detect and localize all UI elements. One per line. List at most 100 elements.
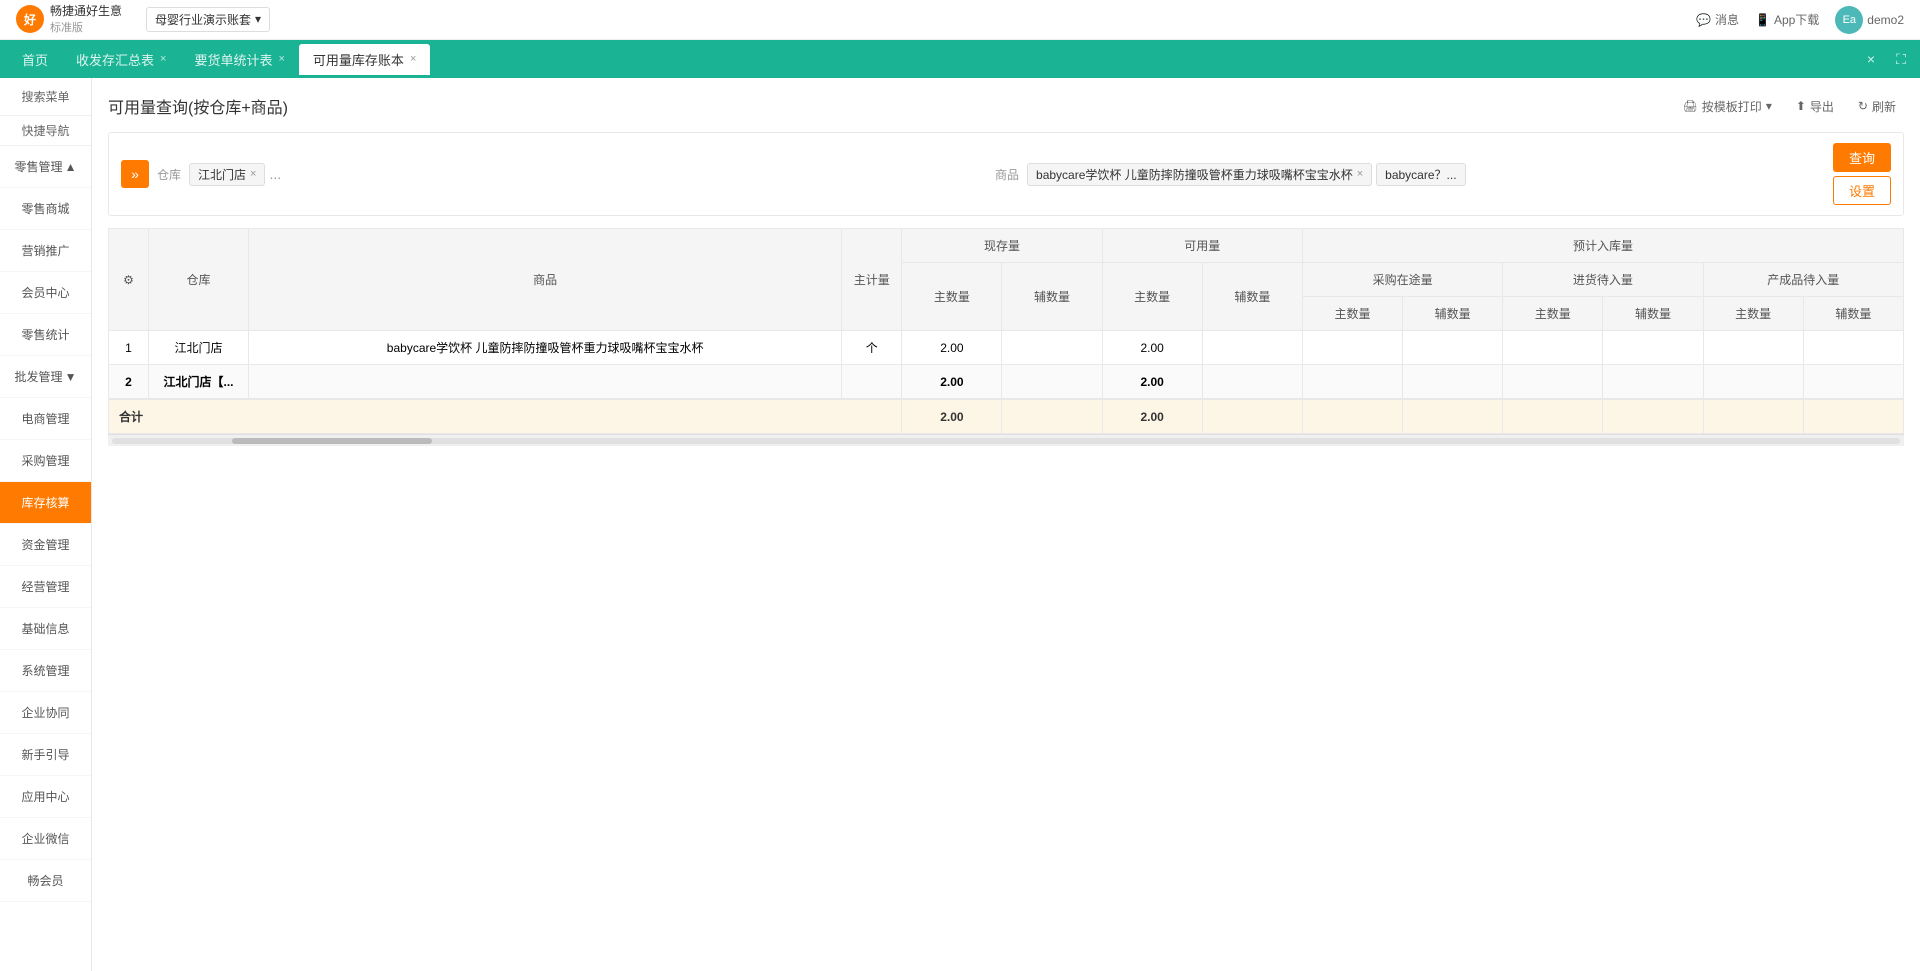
sidebar-item-enterprise-collab[interactable]: 企业协同: [0, 692, 91, 734]
row2-purchase-main: [1302, 365, 1402, 400]
sidebar-item-business-mgmt[interactable]: 经营管理: [0, 566, 91, 608]
sidebar-item-inventory-mgmt[interactable]: 库存核算: [0, 482, 91, 524]
th-avail-main: 主数量: [1102, 263, 1202, 331]
industry-selector[interactable]: 母婴行业演示账套 ▾: [146, 7, 270, 32]
row1-avail-main: 2.00: [1102, 331, 1202, 365]
table-wrapper: ⚙ 仓库 商品 主计量 现存量 可用量 预计入库量 主数量 辅数量 主数量: [108, 228, 1904, 434]
expand-button[interactable]: ⛶: [1890, 48, 1912, 70]
scroll-track: [112, 438, 1900, 444]
footer-avail-main: 2.00: [1102, 399, 1202, 434]
row1-product-main: [1703, 331, 1803, 365]
row1-inbound-aux: [1603, 331, 1703, 365]
row2-inbound-main: [1503, 365, 1603, 400]
settings-button[interactable]: 设置: [1833, 176, 1891, 205]
sidebar-search[interactable]: 搜索菜单: [0, 78, 91, 116]
product-tag-2[interactable]: babycare？...: [1376, 163, 1465, 186]
print-button[interactable]: 🖨 按模板打印 ▾: [1675, 95, 1780, 118]
row1-purchase-main: [1302, 331, 1402, 365]
sidebar-item-marketing[interactable]: 营销推广: [0, 230, 91, 272]
query-button[interactable]: 查询: [1833, 143, 1891, 172]
th-inbound-pending: 进货待入量: [1503, 263, 1703, 297]
sidebar-item-retail-stats[interactable]: 零售统计: [0, 314, 91, 356]
footer-product-main: [1703, 399, 1803, 434]
row2-warehouse: 江北门店【...: [149, 365, 249, 400]
product-tag-1[interactable]: babycare学饮杯 儿童防摔防撞吸管杯重力球吸嘴杯宝宝水杯 ×: [1027, 163, 1372, 186]
print-icon: 🖨: [1683, 99, 1698, 113]
tab-home[interactable]: 首页: [8, 44, 62, 75]
sidebar-item-vip-member[interactable]: 畅会员: [0, 860, 91, 902]
th-product-aux: 辅数量: [1803, 297, 1903, 331]
row2-product: [249, 365, 842, 400]
th-unit: 主计量: [842, 229, 902, 331]
logo-title: 畅捷通好生意: [50, 4, 122, 18]
table-footer: 合计 2.00 2.00: [109, 399, 1904, 434]
horizontal-scrollbar[interactable]: [108, 434, 1904, 446]
tab-order-stats[interactable]: 要货单统计表 ×: [180, 44, 298, 75]
sidebar-item-member-center[interactable]: 会员中心: [0, 272, 91, 314]
row2-avail-main: 2.00: [1102, 365, 1202, 400]
tab-order-close[interactable]: ×: [278, 53, 284, 65]
footer-stock-aux: [1002, 399, 1102, 434]
th-stock: 现存量: [902, 229, 1102, 263]
top-bar: 好 畅捷通好生意 标准版 母婴行业演示账套 ▾ 💬 消息 📱 App下载 Ea …: [0, 0, 1920, 40]
tab-available-inventory[interactable]: 可用量库存账本 ×: [299, 44, 430, 75]
sidebar-item-purchase-mgmt[interactable]: 采购管理: [0, 440, 91, 482]
sidebar-item-wholesale-mgmt[interactable]: 批发管理 ▼: [0, 356, 91, 398]
tab-available-close[interactable]: ×: [410, 53, 416, 65]
sidebar-item-basic-info[interactable]: 基础信息: [0, 608, 91, 650]
row1-product: babycare学饮杯 儿童防摔防撞吸管杯重力球吸嘴杯宝宝水杯: [249, 331, 842, 365]
app-download-button[interactable]: 📱 App下载: [1755, 11, 1819, 28]
sidebar-item-finance-mgmt[interactable]: 资金管理: [0, 524, 91, 566]
product-tag-area: babycare学饮杯 儿童防摔防撞吸管杯重力球吸嘴杯宝宝水杯 × babyca…: [1027, 163, 1817, 186]
th-product-main: 主数量: [1703, 297, 1803, 331]
row2-unit: [842, 365, 902, 400]
data-table: ⚙ 仓库 商品 主计量 现存量 可用量 预计入库量 主数量 辅数量 主数量: [108, 228, 1904, 434]
sidebar-item-enterprise-wechat[interactable]: 企业微信: [0, 818, 91, 860]
filter-ellipsis[interactable]: ...: [269, 166, 281, 182]
message-button[interactable]: 💬 消息: [1696, 11, 1739, 28]
sidebar-item-new-guide[interactable]: 新手引导: [0, 734, 91, 776]
logo-texts: 畅捷通好生意 标准版: [50, 4, 122, 34]
filter-toggle-button[interactable]: »: [121, 160, 149, 188]
product-filter-label: 商品: [995, 166, 1019, 183]
sidebar-item-retail-mgmt[interactable]: 零售管理 ▲: [0, 146, 91, 188]
logo-icon: 好: [16, 5, 44, 33]
sidebar: 搜索菜单 快捷导航 零售管理 ▲ 零售商城 营销推广 会员中心 零售统计 批发管…: [0, 78, 92, 971]
download-icon: 📱: [1755, 13, 1770, 27]
sidebar-quick-nav[interactable]: 快捷导航: [0, 116, 91, 146]
sidebar-item-ecommerce-mgmt[interactable]: 电商管理: [0, 398, 91, 440]
th-gear: ⚙: [109, 229, 149, 331]
row1-inbound-main: [1503, 331, 1603, 365]
tab-order-label: 要货单统计表: [194, 50, 272, 69]
page-title: 可用量查询(按仓库+商品): [108, 94, 288, 118]
page-content: 可用量查询(按仓库+商品) 🖨 按模板打印 ▾ ⬆ 导出 ↻ 刷新: [92, 78, 1920, 971]
tab-receive-close[interactable]: ×: [160, 53, 166, 65]
page-actions: 🖨 按模板打印 ▾ ⬆ 导出 ↻ 刷新: [1675, 95, 1904, 118]
refresh-button[interactable]: ↻ 刷新: [1850, 95, 1904, 118]
close-all-tabs-button[interactable]: ×: [1860, 48, 1882, 70]
user-profile[interactable]: Ea demo2: [1835, 6, 1904, 34]
tab-home-label: 首页: [22, 50, 48, 69]
sidebar-item-retail-mall[interactable]: 零售商城: [0, 188, 91, 230]
warehouse-tag[interactable]: 江北门店 ×: [189, 163, 265, 186]
product-tag-1-remove[interactable]: ×: [1357, 168, 1363, 180]
tab-receive-summary[interactable]: 收发存汇总表 ×: [62, 44, 180, 75]
filter-bar: » 仓库 江北门店 × ... 商品 babycare学饮杯 儿童防摔防撞吸管杯…: [108, 132, 1904, 216]
page-header: 可用量查询(按仓库+商品) 🖨 按模板打印 ▾ ⬆ 导出 ↻ 刷新: [108, 94, 1904, 118]
table-row: 2 江北门店【... 2.00 2.00: [109, 365, 1904, 400]
row2-product-aux: [1803, 365, 1903, 400]
export-button[interactable]: ⬆ 导出: [1788, 95, 1842, 118]
warehouse-tag-remove[interactable]: ×: [250, 168, 256, 180]
th-stock-aux: 辅数量: [1002, 263, 1102, 331]
top-bar-left: 好 畅捷通好生意 标准版 母婴行业演示账套 ▾: [16, 4, 270, 34]
row2-stock-aux: [1002, 365, 1102, 400]
row1-stock-aux: [1002, 331, 1102, 365]
scroll-thumb[interactable]: [232, 438, 432, 444]
th-available: 可用量: [1102, 229, 1302, 263]
footer-inbound-main: [1503, 399, 1603, 434]
footer-purchase-aux: [1403, 399, 1503, 434]
table-row: 1 江北门店 babycare学饮杯 儿童防摔防撞吸管杯重力球吸嘴杯宝宝水杯 个…: [109, 331, 1904, 365]
sidebar-item-app-center[interactable]: 应用中心: [0, 776, 91, 818]
row1-purchase-aux: [1403, 331, 1503, 365]
sidebar-item-system-mgmt[interactable]: 系统管理: [0, 650, 91, 692]
